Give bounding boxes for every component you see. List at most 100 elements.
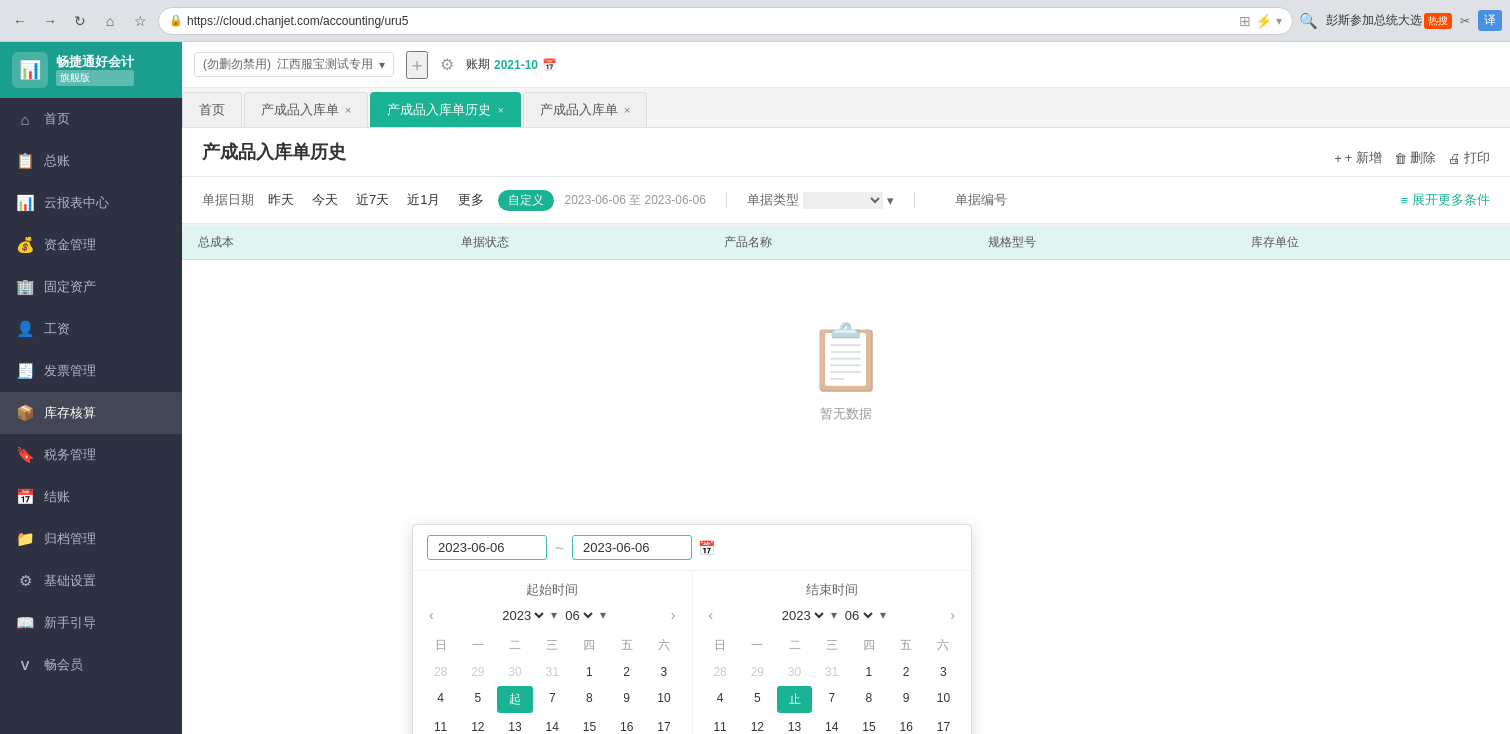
tab-home[interactable]: 首页 xyxy=(182,92,242,127)
start-day[interactable]: 1 xyxy=(572,660,607,684)
start-prev-btn[interactable]: ‹ xyxy=(423,605,440,625)
end-day[interactable]: 14 xyxy=(814,715,849,734)
chevron-down-icon[interactable]: ▾ xyxy=(1276,14,1282,28)
end-month-select[interactable]: 06 xyxy=(841,607,876,624)
end-day[interactable]: 28 xyxy=(703,660,738,684)
start-day-selected[interactable]: 起 xyxy=(497,686,532,713)
forward-button[interactable]: → xyxy=(38,9,62,33)
sidebar-item-archive[interactable]: 📁 归档管理 xyxy=(0,518,182,560)
end-prev-btn[interactable]: ‹ xyxy=(703,605,720,625)
shortcut-7days[interactable]: 近7天 xyxy=(352,189,393,211)
start-day[interactable]: 3 xyxy=(646,660,681,684)
start-day[interactable]: 13 xyxy=(497,715,532,734)
end-day[interactable]: 15 xyxy=(851,715,886,734)
end-day[interactable]: 7 xyxy=(814,686,849,713)
start-day[interactable]: 8 xyxy=(572,686,607,713)
end-day[interactable]: 17 xyxy=(926,715,961,734)
sidebar-item-inventory[interactable]: 📦 库存核算 xyxy=(0,392,182,434)
start-day[interactable]: 17 xyxy=(646,715,681,734)
custom-filter-btn[interactable]: 自定义 xyxy=(498,190,554,211)
sidebar-item-tax[interactable]: 🔖 税务管理 xyxy=(0,434,182,476)
start-day[interactable]: 14 xyxy=(535,715,570,734)
end-day[interactable]: 8 xyxy=(851,686,886,713)
print-button[interactable]: 🖨 打印 xyxy=(1448,149,1490,167)
shortcut-today[interactable]: 今天 xyxy=(308,189,342,211)
sidebar-item-ledger[interactable]: 📋 总账 xyxy=(0,140,182,182)
sidebar-item-settle[interactable]: 📅 结账 xyxy=(0,476,182,518)
refresh-button[interactable]: ↻ xyxy=(68,9,92,33)
shortcut-1month[interactable]: 近1月 xyxy=(403,189,444,211)
end-day[interactable]: 3 xyxy=(926,660,961,684)
end-day-selected[interactable]: 止 xyxy=(777,686,812,713)
end-day[interactable]: 31 xyxy=(814,660,849,684)
end-day[interactable]: 4 xyxy=(703,686,738,713)
start-calendar-grid: 日 一 二 三 四 五 六 28 29 30 31 1 xyxy=(423,633,682,734)
end-day[interactable]: 10 xyxy=(926,686,961,713)
start-day[interactable]: 9 xyxy=(609,686,644,713)
tab-close-icon[interactable]: × xyxy=(345,104,351,116)
sidebar-logo[interactable]: 📊 畅捷通好会计 旗舰版 xyxy=(0,42,182,98)
start-day[interactable]: 5 xyxy=(460,686,495,713)
sidebar-item-salary[interactable]: 👤 工资 xyxy=(0,308,182,350)
end-day[interactable]: 1 xyxy=(851,660,886,684)
shortcut-yesterday[interactable]: 昨天 xyxy=(264,189,298,211)
start-day[interactable]: 2 xyxy=(609,660,644,684)
star-button[interactable]: ☆ xyxy=(128,9,152,33)
start-day[interactable]: 31 xyxy=(535,660,570,684)
end-day[interactable]: 16 xyxy=(889,715,924,734)
end-day[interactable]: 11 xyxy=(703,715,738,734)
url-bar[interactable]: 🔒 https://cloud.chanjet.com/accounting/u… xyxy=(158,7,1293,35)
end-day[interactable]: 5 xyxy=(740,686,775,713)
start-day[interactable]: 4 xyxy=(423,686,458,713)
delete-button[interactable]: 🗑 删除 xyxy=(1394,149,1436,167)
shortcut-more[interactable]: 更多 xyxy=(454,189,488,211)
end-day[interactable]: 13 xyxy=(777,715,812,734)
start-year-select[interactable]: 2023 xyxy=(498,607,547,624)
type-select[interactable] xyxy=(803,192,883,209)
add-company-button[interactable]: ＋ xyxy=(406,51,428,79)
expand-more-btn[interactable]: ≡ 展开更多条件 xyxy=(1400,191,1490,209)
start-day[interactable]: 16 xyxy=(609,715,644,734)
sidebar-item-invoice[interactable]: 🧾 发票管理 xyxy=(0,350,182,392)
end-day[interactable]: 9 xyxy=(889,686,924,713)
sidebar-item-label: 云报表中心 xyxy=(44,194,109,212)
start-day[interactable]: 15 xyxy=(572,715,607,734)
end-day[interactable]: 2 xyxy=(889,660,924,684)
start-day[interactable]: 12 xyxy=(460,715,495,734)
sidebar-item-reports[interactable]: 📊 云报表中心 xyxy=(0,182,182,224)
tab-product-in-2[interactable]: 产成品入库单 × xyxy=(523,92,647,127)
start-next-btn[interactable]: › xyxy=(665,605,682,625)
back-button[interactable]: ← xyxy=(8,9,32,33)
end-day[interactable]: 12 xyxy=(740,715,775,734)
sidebar-item-home[interactable]: ⌂ 首页 xyxy=(0,98,182,140)
start-day[interactable]: 30 xyxy=(497,660,532,684)
start-date-input[interactable] xyxy=(427,535,547,560)
translate-icon[interactable]: 译 xyxy=(1478,10,1502,31)
start-month-select[interactable]: 06 xyxy=(561,607,596,624)
calendar-icon[interactable]: 📅 xyxy=(542,58,557,72)
start-day[interactable]: 7 xyxy=(535,686,570,713)
settings-icon[interactable]: ⚙ xyxy=(440,55,454,74)
start-day[interactable]: 10 xyxy=(646,686,681,713)
end-day[interactable]: 30 xyxy=(777,660,812,684)
end-year-select[interactable]: 2023 xyxy=(778,607,827,624)
start-day[interactable]: 11 xyxy=(423,715,458,734)
end-date-input[interactable] xyxy=(572,535,692,560)
sidebar-item-assets[interactable]: 🏢 固定资产 xyxy=(0,266,182,308)
sidebar-item-funds[interactable]: 💰 资金管理 xyxy=(0,224,182,266)
tab-product-in[interactable]: 产成品入库单 × xyxy=(244,92,368,127)
tab-close-icon[interactable]: × xyxy=(497,104,503,116)
sidebar-item-settings[interactable]: ⚙ 基础设置 xyxy=(0,560,182,602)
company-selector[interactable]: (勿删勿禁用) 江西服宝测试专用 ▾ xyxy=(194,52,394,77)
sidebar-item-vip[interactable]: V 畅会员 xyxy=(0,644,182,686)
tab-close-icon[interactable]: × xyxy=(624,104,630,116)
calendar-picker-icon[interactable]: 📅 xyxy=(698,540,715,556)
start-day[interactable]: 28 xyxy=(423,660,458,684)
start-day[interactable]: 29 xyxy=(460,660,495,684)
add-button[interactable]: + + 新增 xyxy=(1334,149,1382,167)
home-button[interactable]: ⌂ xyxy=(98,9,122,33)
sidebar-item-guide[interactable]: 📖 新手引导 xyxy=(0,602,182,644)
end-day[interactable]: 29 xyxy=(740,660,775,684)
end-next-btn[interactable]: › xyxy=(944,605,961,625)
tab-product-in-history[interactable]: 产成品入库单历史 × xyxy=(370,92,520,127)
